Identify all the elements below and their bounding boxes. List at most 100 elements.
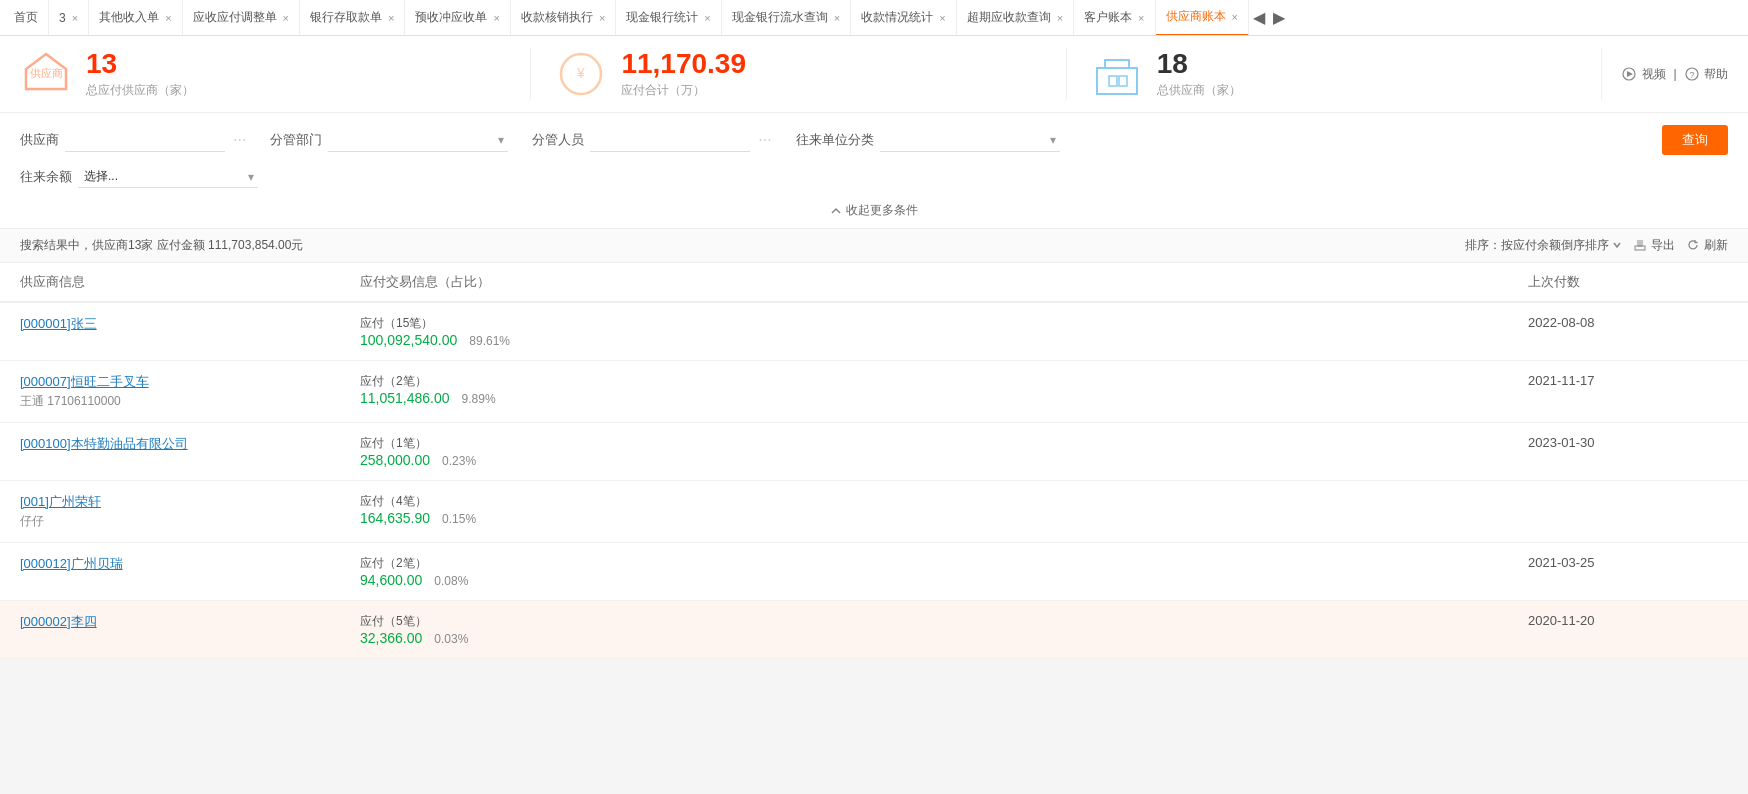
tx-amount[interactable]: 100,092,540.00 bbox=[360, 332, 457, 348]
supplier-col: [000007]恒旺二手叉车 王通 17106110000 bbox=[20, 373, 360, 410]
transaction-col: 应付（2笔） 11,051,486.00 9.89% bbox=[360, 373, 1528, 406]
tx-percent: 89.61% bbox=[469, 334, 510, 348]
supplier-link[interactable]: [000100]本特勤油品有限公司 bbox=[20, 436, 188, 451]
table-row: [000012]广州贝瑞 应付（2笔） 94,600.00 0.08% 2021… bbox=[0, 543, 1748, 601]
table-row: [001]广州荣轩 仔仔 应付（4笔） 164,635.90 0.15% bbox=[0, 481, 1748, 543]
last-date: 2021-03-25 bbox=[1528, 555, 1595, 570]
nav-tab-ap-adjust[interactable]: 应收应付调整单 × bbox=[183, 0, 300, 36]
last-payment-col: 2023-01-30 bbox=[1528, 435, 1728, 450]
nav-tab-cash-bank-stat[interactable]: 现金银行统计 × bbox=[616, 0, 721, 36]
filter-row-1: 供应商 ··· 分管部门 分管人员 ··· 往来单位分类 bbox=[20, 125, 1728, 155]
data-table: 供应商信息 应付交易信息（占比） 上次付数 [000001]张三 应付（15笔）… bbox=[0, 263, 1748, 659]
supplier-link[interactable]: [000007]恒旺二手叉车 bbox=[20, 374, 149, 389]
svg-rect-6 bbox=[1109, 76, 1117, 86]
svg-rect-5 bbox=[1105, 60, 1129, 68]
col-header-last-payment: 上次付数 bbox=[1528, 273, 1728, 291]
collapse-bar[interactable]: 收起更多条件 bbox=[20, 198, 1728, 228]
transaction-col: 应付（15笔） 100,092,540.00 89.61% bbox=[360, 315, 1528, 348]
tx-label: 应付（2笔） bbox=[360, 555, 1528, 572]
dept-filter-select[interactable] bbox=[328, 129, 508, 152]
tx-amount[interactable]: 258,000.00 bbox=[360, 452, 430, 468]
nav-tab-3-close[interactable]: × bbox=[72, 12, 78, 24]
result-summary-text: 搜索结果中，供应商13家 应付金额 111,703,854.00元 bbox=[20, 237, 303, 254]
help-link[interactable]: ? 帮助 bbox=[1685, 66, 1728, 83]
nav-tab-bank-deposit-label: 银行存取款单 bbox=[310, 9, 382, 26]
nav-tab-receipt-verify[interactable]: 收款核销执行 × bbox=[511, 0, 616, 36]
export-button[interactable]: 导出 bbox=[1634, 237, 1675, 254]
person-dots-icon[interactable]: ··· bbox=[758, 131, 771, 149]
nav-tab-cash-bank-flow[interactable]: 现金银行流水查询 × bbox=[722, 0, 851, 36]
dept-filter-select-wrap bbox=[328, 129, 508, 152]
collapse-icon bbox=[830, 205, 842, 217]
tx-row: 32,366.00 0.03% bbox=[360, 630, 1528, 646]
video-link[interactable]: 视频 bbox=[1622, 66, 1665, 83]
nav-tab-ap-adjust-close[interactable]: × bbox=[283, 12, 289, 24]
nav-tab-advance-collect-close[interactable]: × bbox=[493, 12, 499, 24]
tx-amount[interactable]: 32,366.00 bbox=[360, 630, 422, 646]
tx-amount[interactable]: 11,051,486.00 bbox=[360, 390, 450, 406]
nav-tab-other-income-close[interactable]: × bbox=[165, 12, 171, 24]
total-suppliers-value: 18 bbox=[1157, 49, 1241, 80]
tx-percent: 9.89% bbox=[462, 392, 496, 406]
supplier-dots-icon[interactable]: ··· bbox=[233, 131, 246, 149]
ap-suppliers-label: 总应付供应商（家） bbox=[86, 82, 194, 99]
nav-tab-collect-stat[interactable]: 收款情况统计 × bbox=[851, 0, 956, 36]
nav-tab-collect-stat-close[interactable]: × bbox=[939, 12, 945, 24]
nav-arrow-right[interactable]: ▶ bbox=[1269, 0, 1289, 36]
supplier-link[interactable]: [001]广州荣轩 bbox=[20, 494, 101, 509]
supplier-filter-input[interactable] bbox=[65, 129, 225, 152]
category-filter-select[interactable] bbox=[880, 129, 1060, 152]
table-row: [000002]李四 应付（5笔） 32,366.00 0.03% 2020-1… bbox=[0, 601, 1748, 659]
nav-arrow-left[interactable]: ◀ bbox=[1249, 0, 1269, 36]
svg-text:¥: ¥ bbox=[576, 65, 585, 81]
result-bar: 搜索结果中，供应商13家 应付金额 111,703,854.00元 排序：按应付… bbox=[0, 229, 1748, 263]
supplier-col: [000001]张三 bbox=[20, 315, 360, 333]
tx-amount[interactable]: 164,635.90 bbox=[360, 510, 430, 526]
collapse-label: 收起更多条件 bbox=[846, 202, 918, 219]
nav-tab-overdue-ap-close[interactable]: × bbox=[1057, 12, 1063, 24]
nav-tab-receipt-verify-close[interactable]: × bbox=[599, 12, 605, 24]
tx-row: 94,600.00 0.08% bbox=[360, 572, 1528, 588]
supplier-col: [000100]本特勤油品有限公司 bbox=[20, 435, 360, 453]
last-payment-col: 2022-08-08 bbox=[1528, 315, 1728, 330]
tx-label: 应付（15笔） bbox=[360, 315, 1528, 332]
summary-text-ap-suppliers: 13 总应付供应商（家） bbox=[86, 49, 194, 99]
nav-tab-other-income[interactable]: 其他收入单 × bbox=[89, 0, 182, 36]
nav-tab-3[interactable]: 3 × bbox=[49, 0, 89, 36]
category-filter-select-wrap bbox=[880, 129, 1060, 152]
summary-text-ap-amount: 11,170.39 应付合计（万） bbox=[621, 49, 746, 99]
last-date: 2022-08-08 bbox=[1528, 315, 1595, 330]
help-links: 视频 | ? 帮助 bbox=[1602, 66, 1728, 83]
last-date: 2023-01-30 bbox=[1528, 435, 1595, 450]
nav-tab-customer-ledger-label: 客户账本 bbox=[1084, 9, 1132, 26]
search-button[interactable]: 查询 bbox=[1662, 125, 1728, 155]
person-filter-input[interactable] bbox=[590, 129, 750, 152]
table-row: [000100]本特勤油品有限公司 应付（1笔） 258,000.00 0.23… bbox=[0, 423, 1748, 481]
nav-tab-advance-collect[interactable]: 预收冲应收单 × bbox=[405, 0, 510, 36]
nav-tab-advance-collect-label: 预收冲应收单 bbox=[415, 9, 487, 26]
nav-tab-supplier-ledger-close[interactable]: × bbox=[1232, 11, 1238, 23]
nav-tab-home[interactable]: 首页 bbox=[4, 0, 49, 36]
sort-label[interactable]: 排序：按应付余额倒序排序 bbox=[1465, 237, 1622, 254]
nav-tab-bank-deposit[interactable]: 银行存取款单 × bbox=[300, 0, 405, 36]
nav-tab-customer-ledger[interactable]: 客户账本 × bbox=[1074, 0, 1155, 36]
filter-item-dept: 分管部门 bbox=[270, 129, 508, 152]
tx-row: 164,635.90 0.15% bbox=[360, 510, 1528, 526]
nav-tab-supplier-ledger[interactable]: 供应商账本 × bbox=[1156, 0, 1249, 36]
nav-tab-overdue-ap[interactable]: 超期应收款查询 × bbox=[957, 0, 1074, 36]
nav-tab-cash-bank-flow-close[interactable]: × bbox=[834, 12, 840, 24]
nav-tab-customer-ledger-close[interactable]: × bbox=[1138, 12, 1144, 24]
nav-tab-bank-deposit-close[interactable]: × bbox=[388, 12, 394, 24]
balance-filter-select[interactable]: 选择... bbox=[78, 165, 258, 188]
refresh-button[interactable]: 刷新 bbox=[1687, 237, 1728, 254]
tx-amount[interactable]: 94,600.00 bbox=[360, 572, 422, 588]
supplier-link[interactable]: [000012]广州贝瑞 bbox=[20, 556, 123, 571]
supplier-link[interactable]: [000001]张三 bbox=[20, 316, 97, 331]
table-body: [000001]张三 应付（15笔） 100,092,540.00 89.61%… bbox=[0, 303, 1748, 659]
ap-suppliers-icon: 供应商 bbox=[20, 48, 72, 100]
supplier-sub: 仔仔 bbox=[20, 513, 360, 530]
supplier-link[interactable]: [000002]李四 bbox=[20, 614, 97, 629]
nav-tab-home-label: 首页 bbox=[14, 9, 38, 26]
tx-row: 11,051,486.00 9.89% bbox=[360, 390, 1528, 406]
nav-tab-cash-bank-stat-close[interactable]: × bbox=[704, 12, 710, 24]
